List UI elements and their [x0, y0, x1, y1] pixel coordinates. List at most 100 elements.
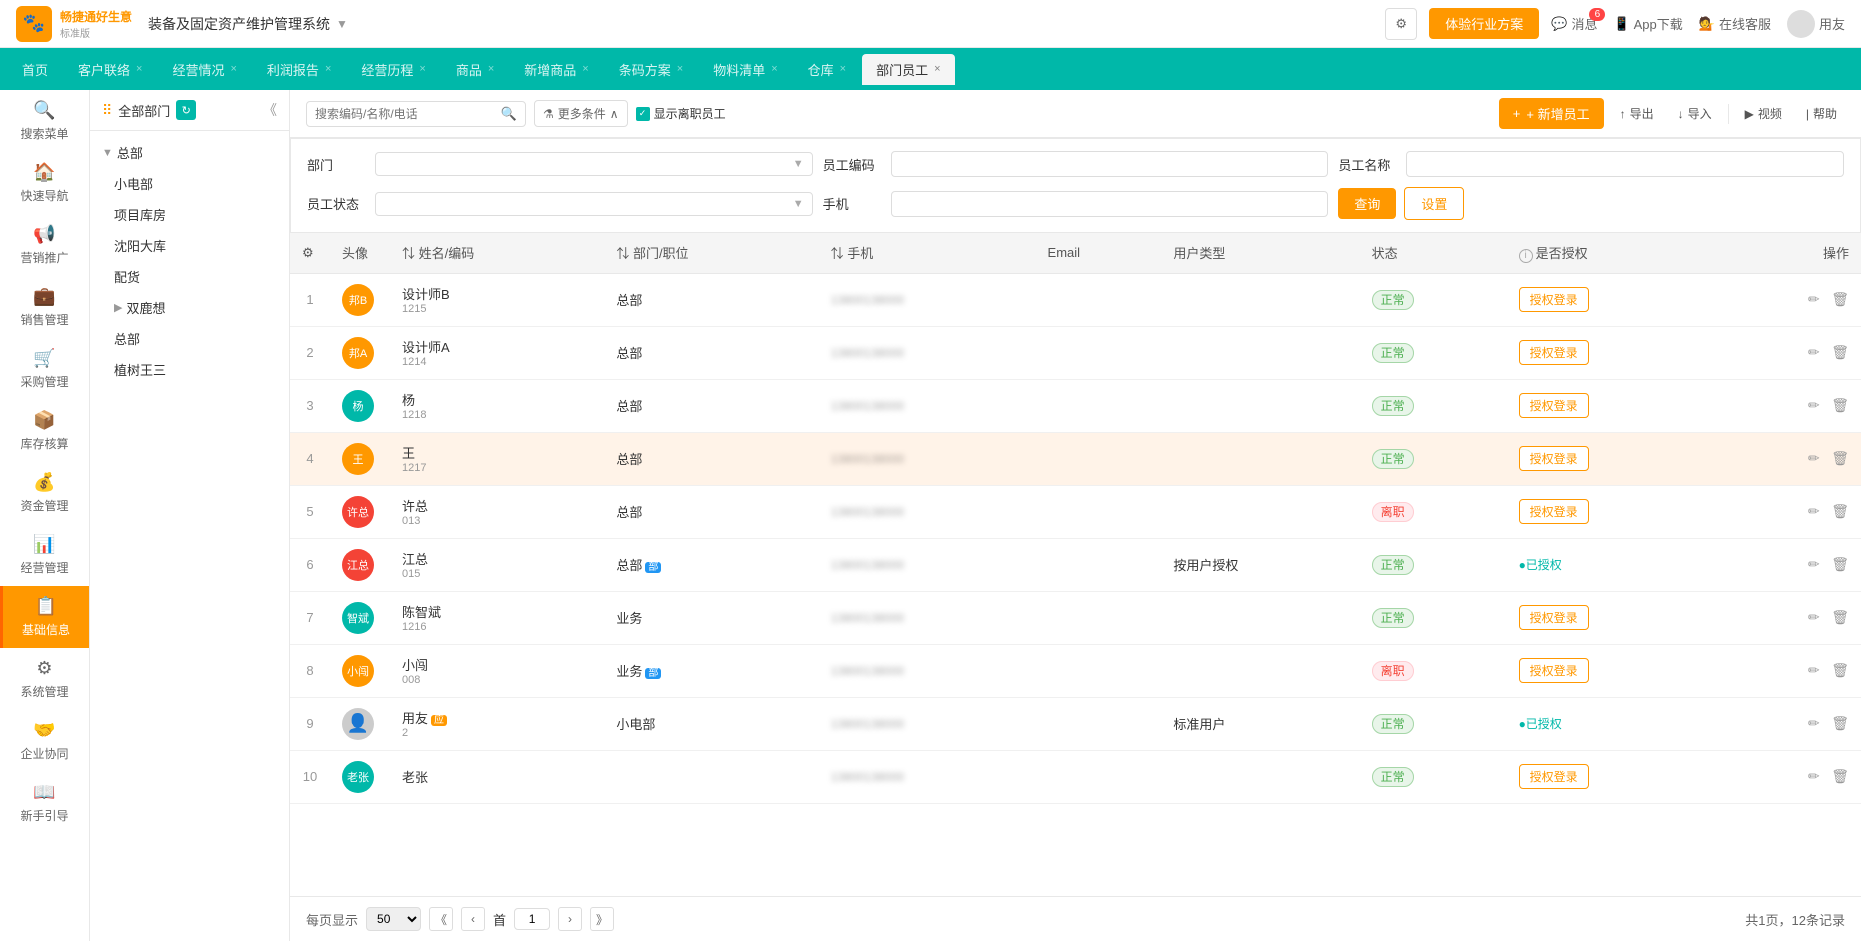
message-button[interactable]: 💬 6 消息: [1551, 14, 1597, 33]
col-dept[interactable]: ⇅ 部门/职位: [604, 233, 818, 273]
auth-login-button[interactable]: 授权登录: [1519, 499, 1589, 524]
sidebar-item-purchase[interactable]: 🛒 采购管理: [0, 338, 89, 400]
last-page-button[interactable]: 》: [590, 907, 614, 931]
delete-button[interactable]: 🗑: [1831, 556, 1849, 572]
search-input[interactable]: [315, 107, 497, 121]
dept-refresh-button[interactable]: ↻: [176, 100, 196, 120]
edit-button[interactable]: ✏: [1808, 503, 1820, 519]
dept-tree-item-xiangmu[interactable]: 项目库房: [90, 199, 289, 230]
export-button[interactable]: ↑ 导出: [1612, 101, 1662, 126]
sidebar-item-finance[interactable]: 💰 资金管理: [0, 462, 89, 524]
emp-name-input[interactable]: [1406, 151, 1844, 177]
tab-department[interactable]: 部门员工 ×: [862, 54, 954, 85]
edit-button[interactable]: ✏: [1808, 609, 1820, 625]
delete-button[interactable]: 🗑: [1831, 291, 1849, 307]
auth-login-button[interactable]: 授权登录: [1519, 605, 1589, 630]
show-resigned-checkbox[interactable]: ✓ 显示离职员工: [636, 105, 726, 122]
dept-tree-item-xiaodian[interactable]: 小电部: [90, 168, 289, 199]
auth-login-button[interactable]: 授权登录: [1519, 446, 1589, 471]
auth-login-button[interactable]: 授权登录: [1519, 340, 1589, 365]
delete-button[interactable]: 🗑: [1831, 609, 1849, 625]
tab-home[interactable]: 首页: [8, 54, 62, 85]
tab-barcode[interactable]: 条码方案 ×: [605, 54, 697, 85]
auth-login-button[interactable]: 授权登录: [1519, 287, 1589, 312]
close-icon[interactable]: ×: [771, 63, 777, 75]
delete-button[interactable]: 🗑: [1831, 503, 1849, 519]
col-settings[interactable]: ⚙: [290, 233, 330, 273]
dept-tree-item-chabi[interactable]: 植树王三: [90, 354, 289, 385]
sidebar-item-marketing[interactable]: 📢 营销推广: [0, 214, 89, 276]
delete-button[interactable]: 🗑: [1831, 715, 1849, 731]
phone-input[interactable]: [891, 191, 1329, 217]
dept-collapse-button[interactable]: 《: [263, 100, 277, 120]
emp-code-input[interactable]: [891, 151, 1329, 177]
query-button[interactable]: 查询: [1338, 188, 1396, 219]
sidebar-item-guide[interactable]: 📖 新手引导: [0, 772, 89, 834]
tab-goods[interactable]: 商品 ×: [442, 54, 508, 85]
sidebar-item-sales[interactable]: 💼 销售管理: [0, 276, 89, 338]
tab-materials[interactable]: 物料清单 ×: [699, 54, 791, 85]
dropdown-arrow-icon[interactable]: ▼: [336, 17, 348, 31]
sidebar-item-system[interactable]: ⚙ 系统管理: [0, 648, 89, 710]
delete-button[interactable]: 🗑: [1831, 768, 1849, 784]
close-icon[interactable]: ×: [230, 63, 236, 75]
auth-login-button[interactable]: 授权登录: [1519, 764, 1589, 789]
sidebar-item-operations-nav[interactable]: 📊 经营管理: [0, 524, 89, 586]
edit-button[interactable]: ✏: [1808, 450, 1820, 466]
delete-button[interactable]: 🗑: [1831, 450, 1849, 466]
auth-login-button[interactable]: 授权登录: [1519, 658, 1589, 683]
view-button[interactable]: ▶ 视频: [1737, 101, 1790, 126]
edit-button[interactable]: ✏: [1808, 291, 1820, 307]
close-icon[interactable]: ×: [325, 63, 331, 75]
close-icon[interactable]: ×: [840, 63, 846, 75]
edit-button[interactable]: ✏: [1808, 768, 1820, 784]
import-button[interactable]: ↓ 导入: [1670, 101, 1720, 126]
page-size-select[interactable]: 50 100 200: [366, 907, 421, 931]
tab-customer[interactable]: 客户联络 ×: [64, 54, 156, 85]
close-icon[interactable]: ×: [677, 63, 683, 75]
sidebar-item-search[interactable]: 🔍 搜索菜单: [0, 90, 89, 152]
emp-status-select[interactable]: ▼: [375, 192, 813, 216]
auth-login-button[interactable]: 授权登录: [1519, 393, 1589, 418]
delete-button[interactable]: 🗑: [1831, 344, 1849, 360]
add-employee-button[interactable]: + + 新增员工: [1499, 98, 1604, 129]
edit-button[interactable]: ✏: [1808, 397, 1820, 413]
sidebar-item-shortcut[interactable]: 🏠 快速导航: [0, 152, 89, 214]
search-input-wrap[interactable]: 🔍: [306, 101, 526, 127]
dept-tree-item-peihuo[interactable]: 配货: [90, 261, 289, 292]
tab-process[interactable]: 经营历程 ×: [347, 54, 439, 85]
online-service-button[interactable]: 💁 在线客服: [1699, 14, 1771, 33]
close-icon[interactable]: ×: [488, 63, 494, 75]
trial-button[interactable]: 体验行业方案: [1429, 8, 1539, 39]
close-icon[interactable]: ×: [419, 63, 425, 75]
sidebar-item-basic[interactable]: 📋 基础信息: [0, 586, 89, 648]
dept-tree-item-zongbu-root[interactable]: ▼ 总部: [90, 137, 289, 168]
prev-page-button[interactable]: ‹: [461, 907, 485, 931]
sidebar-item-inventory[interactable]: 📦 库存核算: [0, 400, 89, 462]
dept-tree-item-shenyang[interactable]: 沈阳大库: [90, 230, 289, 261]
close-icon[interactable]: ×: [136, 63, 142, 75]
set-button[interactable]: 设置: [1404, 187, 1464, 220]
user-area[interactable]: 用友: [1787, 10, 1845, 38]
delete-button[interactable]: 🗑: [1831, 662, 1849, 678]
next-page-button[interactable]: ›: [558, 907, 582, 931]
edit-button[interactable]: ✏: [1808, 662, 1820, 678]
page-number-input[interactable]: [514, 908, 550, 930]
dept-tree-item-zongbu2[interactable]: 总部: [90, 323, 289, 354]
dept-filter-select[interactable]: ▼: [375, 152, 813, 176]
dept-tree-item-shuanglang[interactable]: ▶ 双鹿想: [90, 292, 289, 323]
help-button[interactable]: | 帮助: [1798, 101, 1845, 126]
tab-warehouse[interactable]: 仓库 ×: [794, 54, 860, 85]
tab-profit[interactable]: 利润报告 ×: [253, 54, 345, 85]
close-icon[interactable]: ×: [582, 63, 588, 75]
tab-operations[interactable]: 经营情况 ×: [158, 54, 250, 85]
col-phone[interactable]: ⇅ 手机: [819, 233, 1036, 273]
close-icon[interactable]: ×: [934, 63, 940, 75]
edit-button[interactable]: ✏: [1808, 715, 1820, 731]
tab-new-goods[interactable]: 新增商品 ×: [510, 54, 602, 85]
delete-button[interactable]: 🗑: [1831, 397, 1849, 413]
edit-button[interactable]: ✏: [1808, 344, 1820, 360]
settings-button[interactable]: ⚙: [1385, 8, 1417, 40]
sidebar-item-collab[interactable]: 🤝 企业协同: [0, 710, 89, 772]
edit-button[interactable]: ✏: [1808, 556, 1820, 572]
